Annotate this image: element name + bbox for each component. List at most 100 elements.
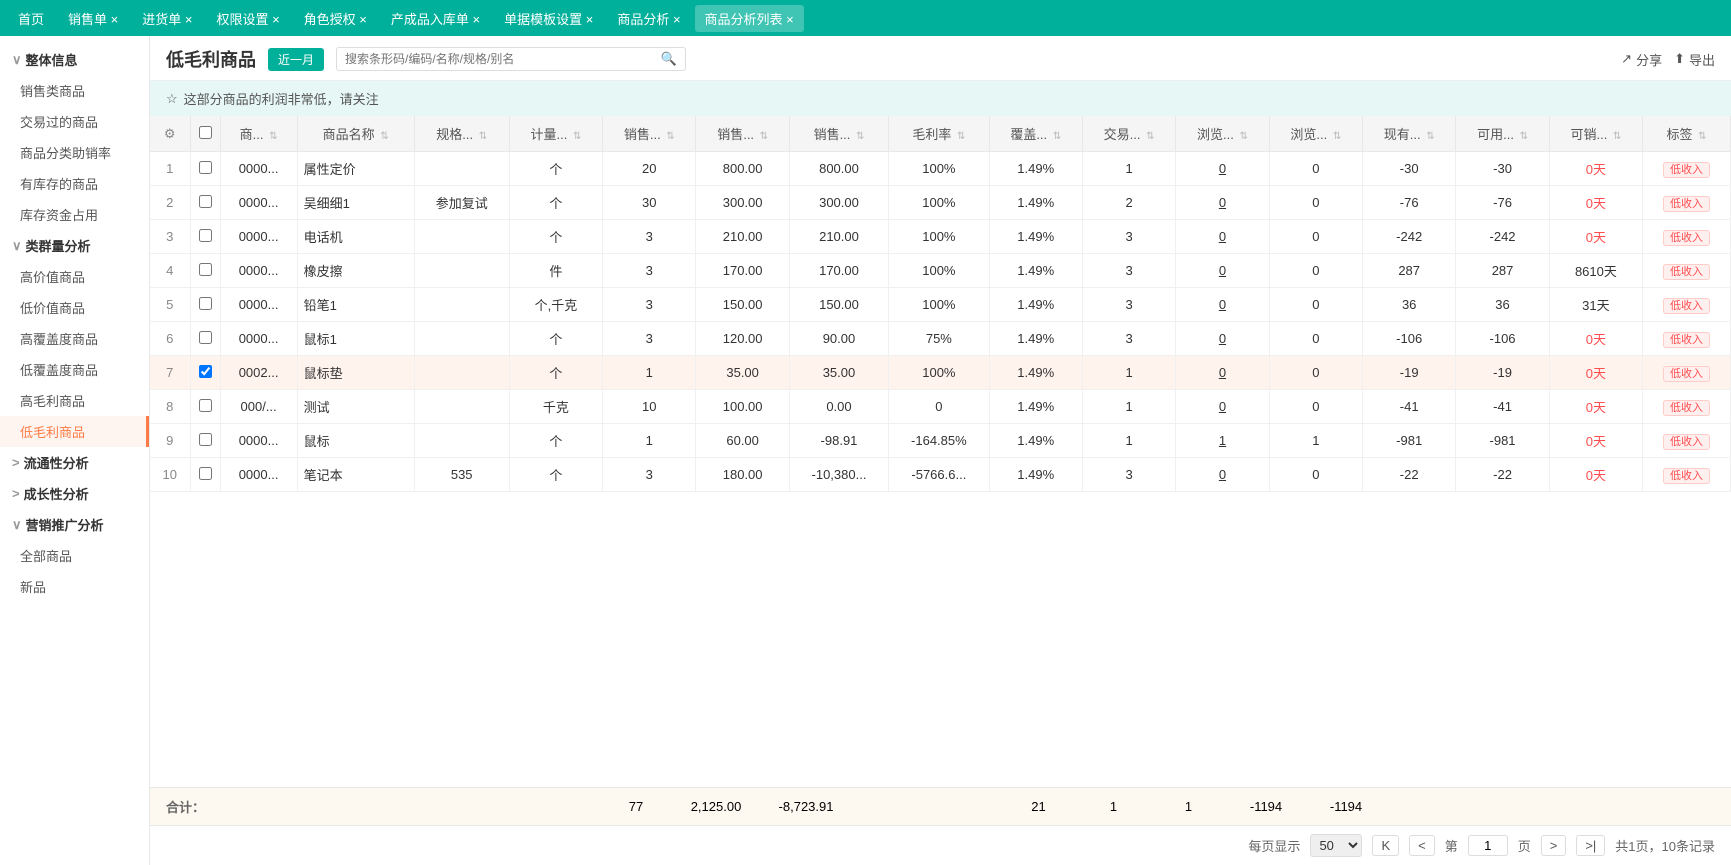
last-page-button[interactable]: >| [1576, 835, 1605, 856]
search-input[interactable] [345, 52, 661, 66]
browse1-link-5[interactable]: 0 [1219, 331, 1226, 346]
row-checkbox-9[interactable] [199, 467, 212, 480]
cell-browse1-9[interactable]: 0 [1176, 458, 1269, 492]
browse1-link-8[interactable]: 1 [1219, 433, 1226, 448]
cell-browse1-0[interactable]: 0 [1176, 152, 1269, 186]
browse1-link-9[interactable]: 0 [1219, 467, 1226, 482]
th-saleable[interactable]: 可销... ⇅ [1549, 116, 1642, 152]
sidebar-item-high-value[interactable]: 高价值商品 [0, 261, 149, 292]
row-checkbox-6[interactable] [199, 365, 212, 378]
cell-checkbox-7[interactable] [190, 390, 220, 424]
settings-icon[interactable]: ⚙ [164, 126, 176, 141]
th-browse1[interactable]: 浏览... ⇅ [1176, 116, 1269, 152]
th-spec[interactable]: 规格... ⇅ [414, 116, 509, 152]
sidebar-item-all-products[interactable]: 全部商品 [0, 540, 149, 571]
row-checkbox-3[interactable] [199, 263, 212, 276]
th-sale-qty[interactable]: 销售... ⇅ [603, 116, 696, 152]
nav-purchase[interactable]: 进货单 × [132, 5, 202, 32]
row-checkbox-0[interactable] [199, 161, 212, 174]
sidebar-item-high-margin[interactable]: 高毛利商品 [0, 385, 149, 416]
sidebar-item-capital[interactable]: 库存资金占用 [0, 199, 149, 230]
browse1-link-4[interactable]: 0 [1219, 297, 1226, 312]
page-number-input[interactable] [1468, 835, 1508, 856]
browse1-link-7[interactable]: 0 [1219, 399, 1226, 414]
cell-browse1-6[interactable]: 0 [1176, 356, 1269, 390]
nav-templates[interactable]: 单据模板设置 × [494, 5, 603, 32]
browse1-link-6[interactable]: 0 [1219, 365, 1226, 380]
sort-name-icon: ⇅ [380, 131, 388, 142]
cell-checkbox-5[interactable] [190, 322, 220, 356]
th-name[interactable]: 商品名称 ⇅ [297, 116, 414, 152]
sidebar-item-traded-products[interactable]: 交易过的商品 [0, 106, 149, 137]
sidebar-item-low-value[interactable]: 低价值商品 [0, 292, 149, 323]
browse1-link-3[interactable]: 0 [1219, 263, 1226, 278]
date-filter-button[interactable]: 近一月 [268, 48, 324, 71]
cell-checkbox-2[interactable] [190, 220, 220, 254]
row-checkbox-8[interactable] [199, 433, 212, 446]
cell-checkbox-6[interactable] [190, 356, 220, 390]
sidebar-item-sales-products[interactable]: 销售类商品 [0, 75, 149, 106]
sidebar-group-marketing[interactable]: ∨ 营销推广分析 [0, 509, 149, 540]
sidebar-group-circulation[interactable]: > 流通性分析 [0, 447, 149, 478]
sidebar-item-high-coverage[interactable]: 高覆盖度商品 [0, 323, 149, 354]
cell-browse1-3[interactable]: 0 [1176, 254, 1269, 288]
row-checkbox-7[interactable] [199, 399, 212, 412]
cell-profit-6: 35.00 [789, 356, 888, 390]
cell-checkbox-9[interactable] [190, 458, 220, 492]
share-button[interactable]: ↗ 分享 [1621, 50, 1662, 69]
th-unit[interactable]: 计量... ⇅ [509, 116, 602, 152]
first-page-button[interactable]: K [1372, 835, 1399, 856]
th-settings[interactable]: ⚙ [150, 116, 190, 152]
cell-checkbox-4[interactable] [190, 288, 220, 322]
th-tag[interactable]: 标签 ⇅ [1643, 116, 1731, 152]
th-checkbox[interactable] [190, 116, 220, 152]
cell-browse1-1[interactable]: 0 [1176, 186, 1269, 220]
nav-home[interactable]: 首页 [8, 5, 54, 32]
sidebar-group-growth[interactable]: > 成长性分析 [0, 478, 149, 509]
sidebar-group-overview[interactable]: ∨ 整体信息 [0, 44, 149, 75]
th-gross-rate[interactable]: 毛利率 ⇅ [889, 116, 989, 152]
cell-browse1-8[interactable]: 1 [1176, 424, 1269, 458]
nav-analysis-list[interactable]: 商品分析列表 × [695, 5, 804, 32]
cell-checkbox-8[interactable] [190, 424, 220, 458]
th-available-stock[interactable]: 可用... ⇅ [1456, 116, 1549, 152]
row-checkbox-4[interactable] [199, 297, 212, 310]
page-size-select[interactable]: 50 100 200 [1310, 834, 1362, 857]
th-sale-amount[interactable]: 销售... ⇅ [696, 116, 789, 152]
sidebar-item-category-rate[interactable]: 商品分类助销率 [0, 137, 149, 168]
row-checkbox-2[interactable] [199, 229, 212, 242]
prev-page-button[interactable]: < [1409, 835, 1435, 856]
nav-analysis[interactable]: 商品分析 × [607, 5, 690, 32]
sidebar-item-low-coverage[interactable]: 低覆盖度商品 [0, 354, 149, 385]
sidebar-item-low-margin[interactable]: 低毛利商品 [0, 416, 149, 447]
th-coverage[interactable]: 覆盖... ⇅ [989, 116, 1082, 152]
nav-products[interactable]: 产成品入库单 × [381, 5, 490, 32]
cell-browse1-2[interactable]: 0 [1176, 220, 1269, 254]
th-sale-profit[interactable]: 销售... ⇅ [789, 116, 888, 152]
sidebar-group-cluster[interactable]: ∨ 类群量分析 [0, 230, 149, 261]
cell-checkbox-0[interactable] [190, 152, 220, 186]
th-browse2[interactable]: 浏览... ⇅ [1269, 116, 1362, 152]
th-current-stock[interactable]: 现有... ⇅ [1363, 116, 1456, 152]
select-all-checkbox[interactable] [199, 126, 212, 139]
sidebar-item-in-stock[interactable]: 有库存的商品 [0, 168, 149, 199]
search-icon[interactable]: 🔍 [661, 51, 677, 67]
row-checkbox-1[interactable] [199, 195, 212, 208]
nav-permissions[interactable]: 权限设置 × [206, 5, 289, 32]
th-trade[interactable]: 交易... ⇅ [1082, 116, 1175, 152]
browse1-link-0[interactable]: 0 [1219, 161, 1226, 176]
browse1-link-1[interactable]: 0 [1219, 195, 1226, 210]
export-button[interactable]: ⬆ 导出 [1674, 50, 1715, 69]
browse1-link-2[interactable]: 0 [1219, 229, 1226, 244]
cell-checkbox-3[interactable] [190, 254, 220, 288]
th-code[interactable]: 商... ⇅ [220, 116, 297, 152]
next-page-button[interactable]: > [1541, 835, 1567, 856]
nav-sales[interactable]: 销售单 × [58, 5, 128, 32]
cell-browse1-5[interactable]: 0 [1176, 322, 1269, 356]
nav-roles[interactable]: 角色授权 × [294, 5, 377, 32]
cell-browse1-7[interactable]: 0 [1176, 390, 1269, 424]
cell-checkbox-1[interactable] [190, 186, 220, 220]
sidebar-item-new-products[interactable]: 新品 [0, 571, 149, 602]
row-checkbox-5[interactable] [199, 331, 212, 344]
cell-browse1-4[interactable]: 0 [1176, 288, 1269, 322]
